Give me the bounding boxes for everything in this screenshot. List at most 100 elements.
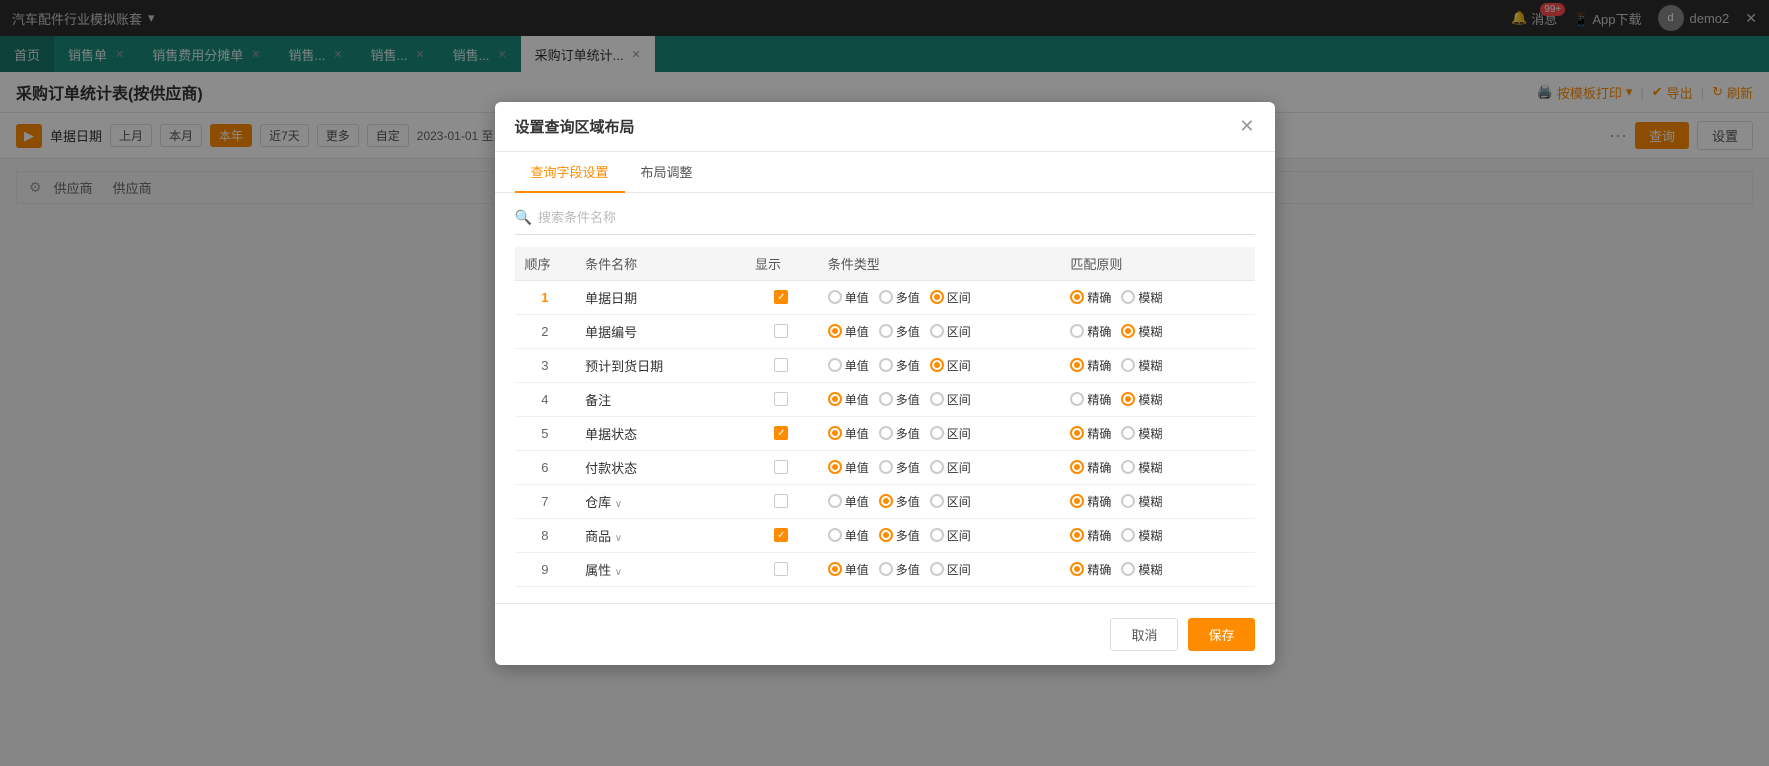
match-radio-精确[interactable] (1070, 494, 1084, 508)
type-radio-多值[interactable] (879, 324, 893, 338)
type-option-多值[interactable]: 多值 (879, 527, 920, 544)
type-radio-单值[interactable] (828, 392, 842, 406)
display-checkbox[interactable] (774, 358, 788, 372)
type-option-区间[interactable]: 区间 (930, 391, 971, 408)
type-radio-区间[interactable] (930, 426, 944, 440)
type-radio-区间[interactable] (930, 324, 944, 338)
modal-tab-layout[interactable]: 布局调整 (625, 152, 709, 193)
display-checkbox[interactable] (774, 494, 788, 508)
type-option-多值[interactable]: 多值 (879, 561, 920, 578)
dropdown-arrow-icon[interactable]: ∨ (615, 567, 622, 578)
display-checkbox[interactable]: ✓ (774, 426, 788, 440)
match-radio-精确[interactable] (1070, 358, 1084, 372)
type-option-区间[interactable]: 区间 (930, 323, 971, 340)
match-option-模糊[interactable]: 模糊 (1121, 561, 1162, 578)
match-radio-模糊[interactable] (1121, 494, 1135, 508)
match-option-模糊[interactable]: 模糊 (1121, 391, 1162, 408)
match-option-精确[interactable]: 精确 (1070, 391, 1111, 408)
match-radio-精确[interactable] (1070, 528, 1084, 542)
match-option-精确[interactable]: 精确 (1070, 561, 1111, 578)
type-radio-多值[interactable] (879, 290, 893, 304)
modal-tab-query-fields[interactable]: 查询字段设置 (515, 152, 625, 193)
match-option-模糊[interactable]: 模糊 (1121, 323, 1162, 340)
type-option-多值[interactable]: 多值 (879, 323, 920, 340)
type-option-区间[interactable]: 区间 (930, 493, 971, 510)
match-option-精确[interactable]: 精确 (1070, 459, 1111, 476)
type-option-单值[interactable]: 单值 (828, 323, 869, 340)
dropdown-arrow-icon[interactable]: ∨ (615, 499, 622, 510)
match-option-精确[interactable]: 精确 (1070, 527, 1111, 544)
match-option-精确[interactable]: 精确 (1070, 323, 1111, 340)
match-radio-模糊[interactable] (1121, 562, 1135, 576)
match-radio-精确[interactable] (1070, 562, 1084, 576)
type-radio-区间[interactable] (930, 290, 944, 304)
type-option-多值[interactable]: 多值 (879, 391, 920, 408)
display-checkbox[interactable]: ✓ (774, 290, 788, 304)
match-option-模糊[interactable]: 模糊 (1121, 357, 1162, 374)
type-radio-多值[interactable] (879, 392, 893, 406)
match-radio-模糊[interactable] (1121, 528, 1135, 542)
type-option-单值[interactable]: 单值 (828, 459, 869, 476)
type-option-单值[interactable]: 单值 (828, 391, 869, 408)
type-radio-区间[interactable] (930, 358, 944, 372)
type-option-单值[interactable]: 单值 (828, 493, 869, 510)
match-option-模糊[interactable]: 模糊 (1121, 289, 1162, 306)
match-option-精确[interactable]: 精确 (1070, 357, 1111, 374)
search-input[interactable] (538, 210, 1255, 225)
match-option-模糊[interactable]: 模糊 (1121, 493, 1162, 510)
type-radio-单值[interactable] (828, 426, 842, 440)
dropdown-arrow-icon[interactable]: ∨ (615, 533, 622, 544)
display-checkbox[interactable] (774, 324, 788, 338)
match-radio-模糊[interactable] (1121, 460, 1135, 474)
type-radio-区间[interactable] (930, 562, 944, 576)
cancel-button[interactable]: 取消 (1110, 618, 1178, 651)
type-radio-单值[interactable] (828, 562, 842, 576)
type-radio-单值[interactable] (828, 494, 842, 508)
match-radio-精确[interactable] (1070, 460, 1084, 474)
type-option-单值[interactable]: 单值 (828, 425, 869, 442)
type-option-区间[interactable]: 区间 (930, 459, 971, 476)
type-radio-单值[interactable] (828, 528, 842, 542)
type-radio-多值[interactable] (879, 494, 893, 508)
display-checkbox[interactable] (774, 460, 788, 474)
type-radio-多值[interactable] (879, 528, 893, 542)
type-option-多值[interactable]: 多值 (879, 425, 920, 442)
type-option-多值[interactable]: 多值 (879, 289, 920, 306)
type-radio-多值[interactable] (879, 426, 893, 440)
match-radio-模糊[interactable] (1121, 392, 1135, 406)
type-radio-多值[interactable] (879, 562, 893, 576)
type-radio-区间[interactable] (930, 494, 944, 508)
type-option-单值[interactable]: 单值 (828, 357, 869, 374)
match-option-模糊[interactable]: 模糊 (1121, 459, 1162, 476)
type-radio-单值[interactable] (828, 324, 842, 338)
type-radio-区间[interactable] (930, 460, 944, 474)
match-radio-模糊[interactable] (1121, 426, 1135, 440)
match-option-精确[interactable]: 精确 (1070, 425, 1111, 442)
match-option-精确[interactable]: 精确 (1070, 493, 1111, 510)
type-option-区间[interactable]: 区间 (930, 425, 971, 442)
match-radio-模糊[interactable] (1121, 324, 1135, 338)
match-radio-模糊[interactable] (1121, 358, 1135, 372)
type-option-多值[interactable]: 多值 (879, 493, 920, 510)
save-button[interactable]: 保存 (1188, 618, 1254, 651)
type-radio-单值[interactable] (828, 290, 842, 304)
match-option-精确[interactable]: 精确 (1070, 289, 1111, 306)
display-checkbox[interactable] (774, 562, 788, 576)
type-radio-多值[interactable] (879, 358, 893, 372)
type-option-区间[interactable]: 区间 (930, 561, 971, 578)
type-option-单值[interactable]: 单值 (828, 561, 869, 578)
match-radio-精确[interactable] (1070, 324, 1084, 338)
match-radio-模糊[interactable] (1121, 290, 1135, 304)
type-option-区间[interactable]: 区间 (930, 357, 971, 374)
type-radio-单值[interactable] (828, 358, 842, 372)
type-radio-单值[interactable] (828, 460, 842, 474)
match-radio-精确[interactable] (1070, 392, 1084, 406)
type-option-区间[interactable]: 区间 (930, 289, 971, 306)
display-checkbox[interactable]: ✓ (774, 528, 788, 542)
modal-close-button[interactable]: ✕ (1239, 117, 1254, 135)
display-checkbox[interactable] (774, 392, 788, 406)
match-radio-精确[interactable] (1070, 426, 1084, 440)
type-option-多值[interactable]: 多值 (879, 459, 920, 476)
match-radio-精确[interactable] (1070, 290, 1084, 304)
type-radio-多值[interactable] (879, 460, 893, 474)
